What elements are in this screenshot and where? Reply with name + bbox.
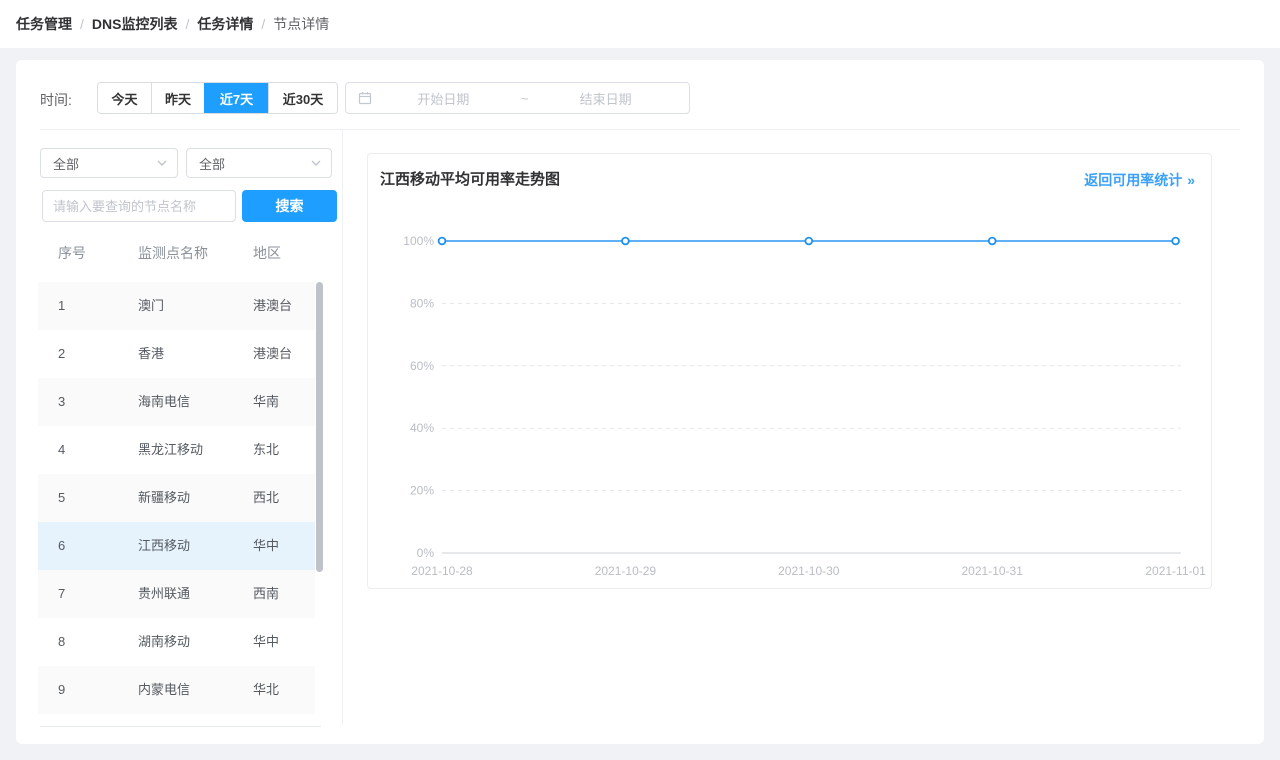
y-axis-tick-label: 20% <box>410 484 434 498</box>
region-select[interactable]: 全部 <box>40 148 178 178</box>
data-point[interactable] <box>987 236 997 246</box>
y-axis-tick-label: 80% <box>410 296 434 310</box>
data-point[interactable] <box>621 236 630 246</box>
table-row[interactable]: 8 湖南移动 华中 <box>38 618 315 666</box>
column-header-region: 地区 <box>253 245 281 261</box>
data-point[interactable] <box>804 236 814 246</box>
end-date-placeholder[interactable]: 结束日期 <box>534 89 677 108</box>
table-row[interactable]: 6 江西移动 华中 <box>38 522 315 570</box>
table-scrollbar[interactable] <box>316 282 323 572</box>
cell-region: 港澳台 <box>253 298 293 313</box>
chart-title: 江西移动平均可用率走势图 <box>380 171 561 188</box>
x-axis-tick-label: 2021-11-01 <box>1145 564 1206 578</box>
time-filter-label: 时间: <box>40 92 72 108</box>
cell-index: 8 <box>58 634 66 649</box>
column-header-name: 监测点名称 <box>138 245 208 261</box>
x-axis-tick-label: 2021-10-31 <box>962 564 1024 578</box>
time-button-today[interactable]: 今天 <box>98 83 151 113</box>
breadcrumb: 任务管理 / DNS监控列表 / 任务详情 / 节点详情 <box>0 0 1280 48</box>
cell-name: 海南电信 <box>138 394 191 409</box>
table-row[interactable]: 5 新疆移动 西北 <box>38 474 315 522</box>
x-axis-tick-label: 2021-10-29 <box>595 564 657 578</box>
cell-name: 江西移动 <box>138 538 191 553</box>
table-row[interactable]: 3 海南电信 华南 <box>38 378 315 426</box>
chevron-down-icon <box>157 160 167 166</box>
back-to-availability-stats-link[interactable]: 返回可用率统计 » <box>1084 170 1195 190</box>
search-button[interactable]: 搜索 <box>242 190 337 222</box>
table-row[interactable]: 1 澳门 港澳台 <box>38 282 315 330</box>
table-row[interactable]: 7 贵州联通 西南 <box>38 570 315 618</box>
table-row[interactable]: 2 香港 港澳台 <box>38 330 315 378</box>
cell-name: 澳门 <box>138 298 165 313</box>
y-axis-tick-label: 40% <box>410 421 434 435</box>
x-axis-tick-label: 2021-10-28 <box>411 564 473 578</box>
time-range-button-group: 今天 昨天 近7天 近30天 <box>97 82 338 114</box>
cell-region: 西南 <box>253 586 280 601</box>
breadcrumb-separator: / <box>80 16 84 32</box>
y-axis-tick-label: 0% <box>417 546 435 560</box>
breadcrumb-separator: / <box>261 16 266 32</box>
table-row[interactable]: 4 黑龙江移动 东北 <box>38 426 315 474</box>
cell-name: 贵州联通 <box>138 586 191 601</box>
availability-chart-panel: 江西移动平均可用率走势图 返回可用率统计 » 0% 20% 40% 60% 80% 100… <box>367 153 1212 589</box>
region-select-value: 全部 <box>53 156 80 172</box>
cell-index: 5 <box>58 490 66 505</box>
cell-region: 东北 <box>253 442 280 457</box>
date-range-picker[interactable]: 开始日期 ~ 结束日期 <box>345 82 690 114</box>
breadcrumb-item-node-detail: 节点详情 <box>273 16 330 32</box>
node-search-input[interactable] <box>42 190 236 222</box>
cell-region: 华中 <box>253 538 280 553</box>
cell-index: 9 <box>58 682 66 697</box>
time-button-last30days[interactable]: 近30天 <box>268 83 337 113</box>
cell-region: 西北 <box>253 490 280 505</box>
column-header-index: 序号 <box>58 245 86 261</box>
data-point[interactable] <box>1171 236 1180 246</box>
cell-region: 华中 <box>253 634 280 649</box>
breadcrumb-item-task-management[interactable]: 任务管理 <box>16 14 72 34</box>
cell-index: 2 <box>58 346 66 361</box>
cell-name: 湖南移动 <box>138 634 191 649</box>
x-axis-tick-label: 2021-10-30 <box>778 564 840 578</box>
horizontal-divider <box>40 129 1240 130</box>
table-bottom-border <box>40 726 321 727</box>
vertical-divider <box>342 130 343 725</box>
chevron-down-icon <box>311 160 321 166</box>
breadcrumb-separator: / <box>185 16 190 32</box>
main-card: 时间: 今天 昨天 近7天 近30天 开始日期 ~ 结束日期 全部 全部 搜索 … <box>16 60 1264 744</box>
data-point[interactable] <box>437 236 447 246</box>
date-range-separator: ~ <box>520 90 529 106</box>
node-table-header: 序号 监测点名称 地区 <box>38 240 315 266</box>
breadcrumb-item-dns-monitor-list[interactable]: DNS监控列表 <box>92 14 178 34</box>
cell-index: 6 <box>58 538 66 553</box>
table-row[interactable]: 9 内蒙电信 华北 <box>38 666 315 714</box>
cell-region: 华北 <box>253 682 280 697</box>
cell-name: 新疆移动 <box>138 490 191 505</box>
cell-region: 华南 <box>253 394 280 409</box>
cell-index: 1 <box>58 298 66 313</box>
availability-chart: 0% 20% 40% 60% 80% 100% 2021-10-28 2021-10-29 20… <box>403 234 1206 578</box>
cell-name: 黑龙江移动 <box>138 442 204 457</box>
cell-index: 4 <box>58 442 66 457</box>
cell-name: 香港 <box>138 346 165 361</box>
time-button-last7days[interactable]: 近7天 <box>204 83 268 113</box>
double-chevron-right-icon: » <box>1187 172 1195 188</box>
isp-select-value: 全部 <box>199 156 226 172</box>
y-axis-tick-label: 60% <box>410 359 434 373</box>
cell-index: 3 <box>58 394 66 409</box>
cell-name: 内蒙电信 <box>138 682 191 697</box>
start-date-placeholder[interactable]: 开始日期 <box>372 89 515 108</box>
calendar-icon <box>358 92 372 105</box>
y-axis-tick-label: 100% <box>403 234 434 248</box>
back-link-label: 返回可用率统计 <box>1084 172 1183 188</box>
isp-select[interactable]: 全部 <box>186 148 332 178</box>
cell-region: 港澳台 <box>253 346 293 361</box>
time-button-yesterday[interactable]: 昨天 <box>151 83 204 113</box>
breadcrumb-item-task-detail[interactable]: 任务详情 <box>197 14 253 34</box>
node-table-body: 1 澳门 港澳台 2 香港 港澳台 3 海南电信 华南 4 黑龙江移动 东北 5 新疆移动 西北 6 江西移动华… <box>38 282 315 726</box>
cell-index: 7 <box>58 586 66 601</box>
